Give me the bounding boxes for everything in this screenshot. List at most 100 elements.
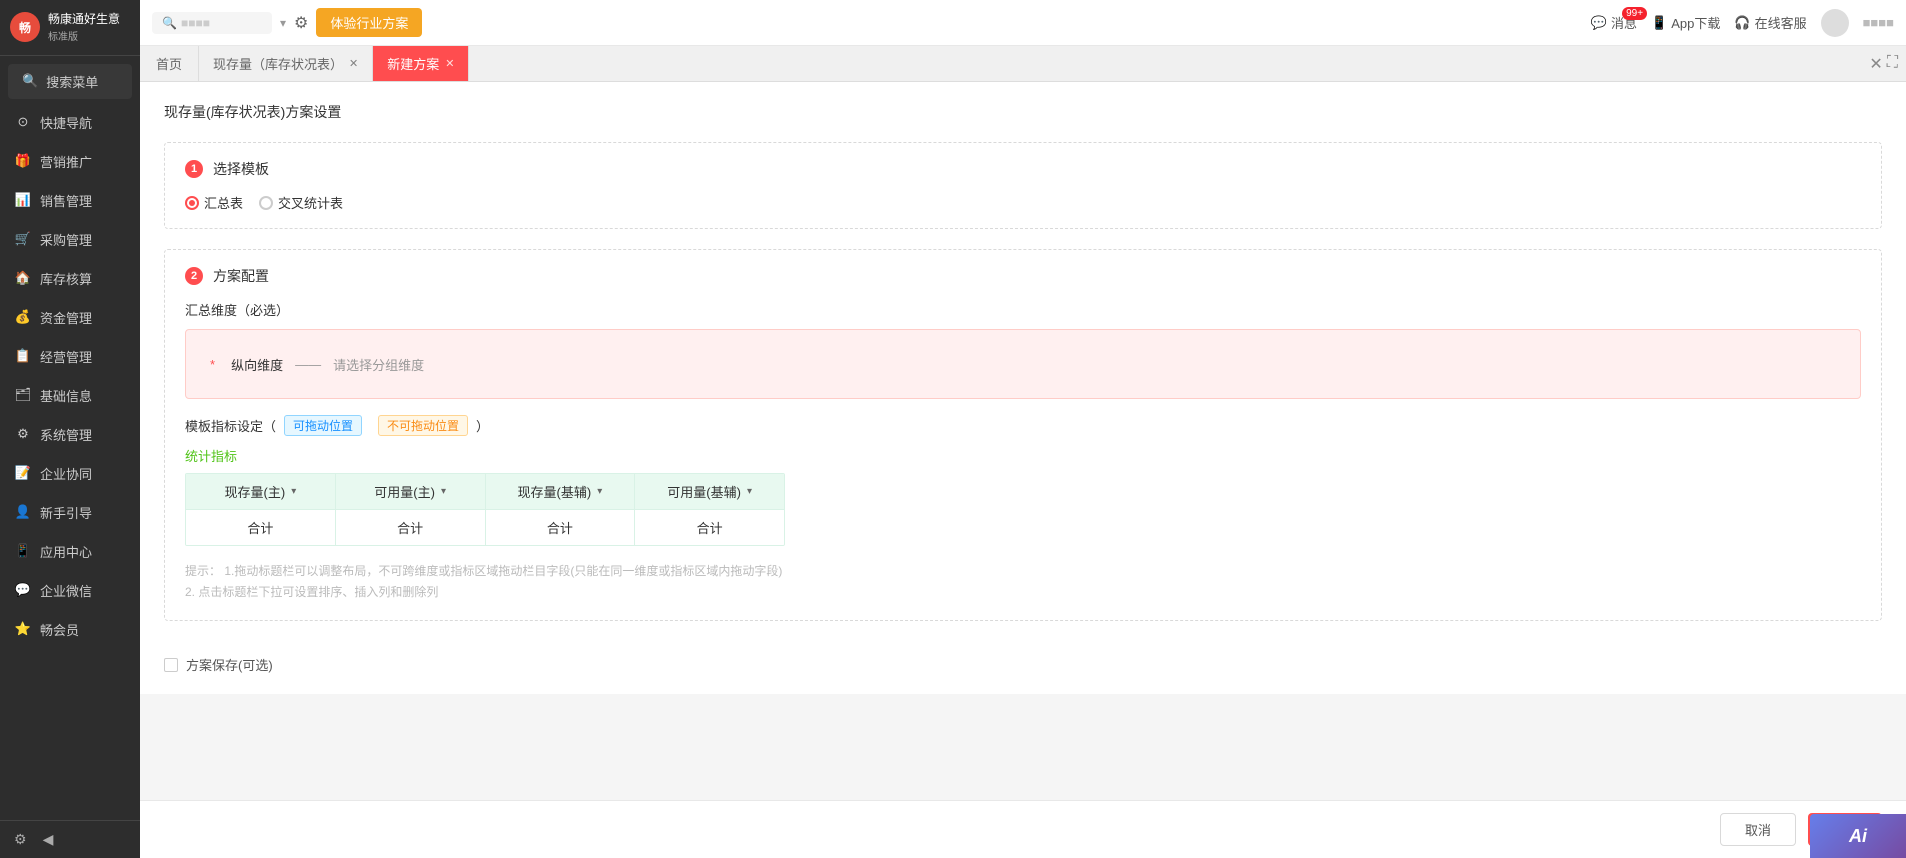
- ai-fab[interactable]: Ai: [1810, 814, 1906, 858]
- section2-num: 2: [185, 267, 203, 285]
- stats-col2-data: 合计: [336, 510, 486, 545]
- app-icon: 📱: [1651, 15, 1667, 31]
- stats-col3-label: 现存量(基辅): [518, 482, 592, 501]
- service-label: 在线客服: [1755, 13, 1807, 32]
- topbar-gear-icon[interactable]: ⚙: [294, 13, 308, 33]
- contract-icon: 📝: [14, 464, 32, 482]
- member-icon: ⭐: [14, 620, 32, 638]
- inventory-icon: 🏠: [14, 269, 32, 287]
- topbar-chevron-icon[interactable]: ▾: [280, 16, 286, 30]
- sidebar-search[interactable]: 🔍 搜索菜单: [8, 64, 132, 99]
- indicator-label-close: ）: [476, 416, 489, 435]
- sidebar-item-label: 营销推广: [40, 152, 92, 171]
- tab-inventory[interactable]: 现存量（库存状况表） ✕: [199, 46, 373, 81]
- stats-col4-label: 可用量(基辅): [667, 482, 741, 501]
- topbar-search-icon: 🔍: [162, 16, 177, 30]
- tab-new-plan-close-icon[interactable]: ✕: [445, 57, 454, 70]
- sidebar: 畅 畅康通好生意 标准版 🔍 搜索菜单 ⊙ 快捷导航 🎁 营销推广 📊 销售管理…: [0, 0, 140, 858]
- tip-title-label: 提示：: [185, 564, 221, 578]
- radio-summary[interactable]: 汇总表: [185, 193, 243, 212]
- msg-icon: 💬: [1591, 15, 1607, 31]
- tab-inventory-close-icon[interactable]: ✕: [349, 57, 358, 70]
- sidebar-item-finance[interactable]: 💰 资金管理: [0, 298, 140, 337]
- topbar-search[interactable]: 🔍 ■■■■: [152, 12, 272, 34]
- marketing-icon: 🎁: [14, 152, 32, 170]
- stats-col3-header[interactable]: 现存量(基辅) ▾: [486, 474, 636, 509]
- close-panel-icon[interactable]: ✕: [1869, 54, 1882, 74]
- radio-cross[interactable]: 交叉统计表: [259, 193, 343, 212]
- sidebar-item-label: 基础信息: [40, 386, 92, 405]
- expand-icon[interactable]: ⛶: [1887, 54, 1898, 74]
- stats-col3-chevron-icon[interactable]: ▾: [597, 486, 602, 497]
- stats-col2-chevron-icon[interactable]: ▾: [441, 486, 446, 497]
- topbar-app-download[interactable]: 📱 App下载: [1651, 13, 1720, 32]
- sidebar-item-label: 采购管理: [40, 230, 92, 249]
- topbar-avatar: [1821, 9, 1849, 37]
- stats-col1-chevron-icon[interactable]: ▾: [291, 486, 296, 497]
- tips-section: 提示： 1.拖动标题栏可以调整布局，不可跨维度或指标区域拖动栏目字段(只能在同一…: [185, 562, 1861, 600]
- section2-title: 方案配置: [213, 266, 269, 286]
- sidebar-item-label: 快捷导航: [40, 113, 92, 132]
- tab-new-plan[interactable]: 新建方案 ✕: [373, 46, 469, 81]
- trial-btn[interactable]: 体验行业方案: [316, 8, 422, 37]
- stats-col4-chevron-icon[interactable]: ▾: [747, 486, 752, 497]
- sidebar-item-purchase[interactable]: 🛒 采购管理: [0, 220, 140, 259]
- sidebar-item-label: 系统管理: [40, 425, 92, 444]
- content-inner: 现存量(库存状况表)方案设置 1 选择模板 汇总表 交: [140, 82, 1906, 694]
- sidebar-item-newbie[interactable]: 👤 新手引导: [0, 493, 140, 532]
- radio-summary-dot: [185, 196, 199, 210]
- sidebar-item-quick-nav[interactable]: ⊙ 快捷导航: [0, 103, 140, 142]
- section-config: 2 方案配置 汇总维度（必选） * 纵向维度 —— 请选择分组维度: [164, 249, 1882, 621]
- sidebar-item-marketing[interactable]: 🎁 营销推广: [0, 142, 140, 181]
- cancel-button[interactable]: 取消: [1720, 813, 1796, 846]
- sidebar-item-system[interactable]: ⚙ 系统管理: [0, 415, 140, 454]
- stats-col3-data: 合计: [486, 510, 636, 545]
- radio-cross-label: 交叉统计表: [278, 193, 343, 212]
- tab-new-plan-label: 新建方案: [387, 54, 439, 73]
- stats-col1-data: 合计: [186, 510, 336, 545]
- footer-bar: 取消 查询: [140, 800, 1906, 858]
- indicator-settings-label: 模板指标设定（ 可拖动位置 不可拖动位置 ）: [185, 415, 1861, 436]
- settings-icon[interactable]: ⚙: [14, 831, 27, 848]
- main: 🔍 ■■■■ ▾ ⚙ 体验行业方案 💬 消息 99+ 📱 App下载 🎧 在线客…: [140, 0, 1906, 858]
- app-logo-icon: 畅: [10, 12, 40, 42]
- tab-inventory-label: 现存量（库存状况表）: [213, 54, 343, 73]
- topbar-search-text: ■■■■: [181, 16, 210, 30]
- section1-title: 选择模板: [213, 159, 269, 179]
- sidebar-item-basic[interactable]: 🗂 基础信息: [0, 376, 140, 415]
- search-icon: 🔍: [22, 73, 38, 89]
- non-draggable-badge: 不可拖动位置: [378, 415, 468, 436]
- sidebar-item-wechat[interactable]: 💬 企业微信: [0, 571, 140, 610]
- dimension-row: * 纵向维度 —— 请选择分组维度: [210, 355, 424, 374]
- finance-icon: 💰: [14, 308, 32, 326]
- system-icon: ⚙: [14, 425, 32, 443]
- sidebar-footer: ⚙ ◀: [0, 820, 140, 858]
- app-name: 畅康通好生意: [48, 12, 120, 28]
- content-wrapper: 现存量(库存状况表)方案设置 1 选择模板 汇总表 交: [140, 82, 1906, 858]
- stats-col4-header[interactable]: 可用量(基辅) ▾: [635, 474, 784, 509]
- tab-home[interactable]: 首页: [140, 46, 199, 81]
- sidebar-item-sales[interactable]: 📊 销售管理: [0, 181, 140, 220]
- sidebar-item-member[interactable]: ⭐ 畅会员: [0, 610, 140, 649]
- sidebar-item-label: 应用中心: [40, 542, 92, 561]
- dimension-field-label: 纵向维度: [231, 355, 283, 374]
- sidebar-item-inventory[interactable]: 🏠 库存核算: [0, 259, 140, 298]
- sidebar-item-contract[interactable]: 📝 企业协同: [0, 454, 140, 493]
- save-option-label: 方案保存(可选): [186, 655, 273, 674]
- section2-header: 2 方案配置: [185, 266, 1861, 286]
- stats-col1-header[interactable]: 现存量(主) ▾: [186, 474, 336, 509]
- sidebar-item-label: 新手引导: [40, 503, 92, 522]
- template-radio-group: 汇总表 交叉统计表: [185, 193, 1861, 212]
- collapse-icon[interactable]: ◀: [43, 831, 54, 848]
- app-edition: 标准版: [48, 28, 120, 43]
- topbar-service[interactable]: 🎧 在线客服: [1734, 13, 1806, 32]
- tab-home-label: 首页: [156, 54, 182, 73]
- save-checkbox[interactable]: [164, 658, 178, 672]
- sidebar-item-business[interactable]: 📋 经营管理: [0, 337, 140, 376]
- dimension-placeholder[interactable]: 请选择分组维度: [333, 355, 424, 374]
- dimension-required: *: [210, 357, 215, 372]
- stats-col4-data: 合计: [635, 510, 784, 545]
- stats-col2-header[interactable]: 可用量(主) ▾: [336, 474, 486, 509]
- topbar-msg[interactable]: 💬 消息 99+: [1591, 13, 1637, 32]
- sidebar-item-app-center[interactable]: 📱 应用中心: [0, 532, 140, 571]
